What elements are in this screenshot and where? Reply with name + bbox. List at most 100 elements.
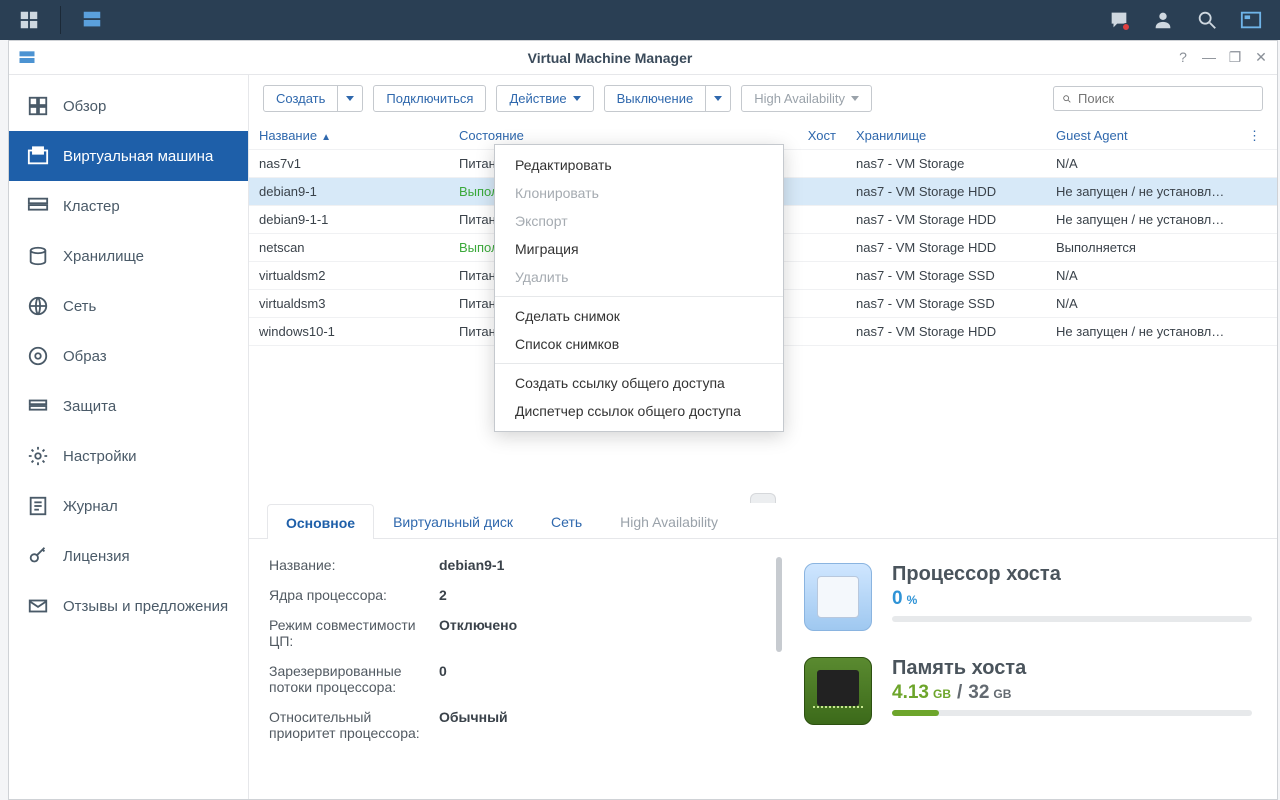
tab-network[interactable]: Сеть: [532, 503, 601, 538]
vmm-taskbar-icon[interactable]: [79, 7, 105, 33]
network-icon: [27, 295, 49, 317]
sidebar-item-image[interactable]: Образ: [9, 331, 248, 381]
create-button[interactable]: Создать: [263, 85, 338, 112]
col-agent[interactable]: Guest Agent: [1046, 128, 1238, 143]
prop-key: Зарезервированные потоки процессора:: [269, 663, 439, 695]
shutdown-button[interactable]: Выключение: [604, 85, 707, 112]
memory-used-unit: GB: [933, 687, 951, 701]
search-icon: [1062, 92, 1072, 106]
tab-ha[interactable]: High Availability: [601, 503, 737, 538]
cell-agent: N/A: [1046, 156, 1238, 171]
menu-item[interactable]: Миграция: [495, 235, 783, 263]
cell-storage: nas7 - VM Storage SSD: [846, 268, 1046, 283]
cell-name: virtualdsm3: [249, 296, 449, 311]
menu-item[interactable]: Создать ссылку общего доступа: [495, 369, 783, 397]
cell-storage: nas7 - VM Storage HDD: [846, 324, 1046, 339]
detail-scrollbar[interactable]: [774, 557, 784, 791]
sidebar-item-storage[interactable]: Хранилище: [9, 231, 248, 281]
menu-item[interactable]: Сделать снимок: [495, 302, 783, 330]
col-storage[interactable]: Хранилище: [846, 128, 1046, 143]
log-icon: [27, 495, 49, 517]
prop-value: 2: [439, 587, 754, 603]
cell-name: netscan: [249, 240, 449, 255]
main-menu-icon[interactable]: [16, 7, 42, 33]
minimize-button[interactable]: —: [1201, 49, 1217, 66]
cpu-unit: %: [907, 593, 918, 607]
user-icon[interactable]: [1150, 7, 1176, 33]
sidebar: Обзор Виртуальная машина Кластер Хранили…: [9, 75, 249, 799]
sidebar-item-label: Защита: [63, 398, 116, 415]
sidebar-item-network[interactable]: Сеть: [9, 281, 248, 331]
tab-vdisk[interactable]: Виртуальный диск: [374, 503, 532, 538]
prop-value: 0: [439, 663, 754, 695]
search-icon[interactable]: [1194, 7, 1220, 33]
menu-item[interactable]: Список снимков: [495, 330, 783, 358]
divider: [60, 6, 61, 34]
col-name[interactable]: Название▲: [249, 128, 449, 143]
col-state[interactable]: Состояние: [449, 128, 639, 143]
col-host[interactable]: Хост: [639, 128, 846, 143]
memory-stat: Память хоста 4.13GB / 32GB: [804, 657, 1257, 725]
mail-icon: [27, 595, 49, 617]
sidebar-item-label: Настройки: [63, 448, 137, 465]
help-button[interactable]: ?: [1175, 49, 1191, 66]
sidebar-item-log[interactable]: Журнал: [9, 481, 248, 531]
menu-item[interactable]: Диспетчер ссылок общего доступа: [495, 397, 783, 425]
prop-key: Название:: [269, 557, 439, 573]
sidebar-item-protection[interactable]: Защита: [9, 381, 248, 431]
protection-icon: [27, 395, 49, 417]
detail-tabs: Основное Виртуальный диск Сеть High Avai…: [249, 503, 1277, 539]
ha-button[interactable]: High Availability: [741, 85, 872, 112]
prop-key: Относительный приоритет процессора:: [269, 709, 439, 741]
create-dropdown-caret[interactable]: [338, 85, 363, 112]
cell-storage: nas7 - VM Storage: [846, 156, 1046, 171]
cell-agent: Не запущен / не установл…: [1046, 184, 1238, 199]
menu-item: Клонировать: [495, 179, 783, 207]
tab-main[interactable]: Основное: [267, 504, 374, 539]
image-icon: [27, 345, 49, 367]
cell-storage: nas7 - VM Storage HDD: [846, 184, 1046, 199]
resize-handle[interactable]: [750, 493, 776, 503]
cell-name: nas7v1: [249, 156, 449, 171]
memory-title: Память хоста: [892, 657, 1257, 680]
maximize-button[interactable]: ❐: [1227, 49, 1243, 66]
cell-name: windows10-1: [249, 324, 449, 339]
overview-icon: [27, 95, 49, 117]
shutdown-button-group: Выключение: [604, 85, 732, 112]
search-box[interactable]: [1053, 86, 1263, 111]
memory-sep: /: [957, 682, 962, 704]
prop-value: Обычный: [439, 709, 754, 741]
sidebar-item-license[interactable]: Лицензия: [9, 531, 248, 581]
cpu-stat: Процессор хоста 0%: [804, 563, 1257, 631]
prop-value: Отключено: [439, 617, 754, 649]
cpu-title: Процессор хоста: [892, 563, 1257, 586]
cell-name: debian9-1: [249, 184, 449, 199]
prop-key: Ядра процессора:: [269, 587, 439, 603]
notifications-icon[interactable]: [1106, 7, 1132, 33]
action-button[interactable]: Действие: [496, 85, 593, 112]
sidebar-item-overview[interactable]: Обзор: [9, 81, 248, 131]
close-button[interactable]: ✕: [1253, 49, 1269, 66]
window-titlebar: Virtual Machine Manager ? — ❐ ✕: [9, 41, 1277, 75]
sidebar-item-feedback[interactable]: Отзывы и предложения: [9, 581, 248, 631]
col-more-icon[interactable]: ⋮: [1238, 128, 1258, 144]
cell-agent: Выполняется: [1046, 240, 1238, 255]
cell-agent: N/A: [1046, 296, 1238, 311]
toolbar: Создать Подключиться Действие Выключение…: [249, 75, 1277, 122]
detail-panel: Название:debian9-1 Ядра процессора:2 Реж…: [249, 539, 1277, 799]
sidebar-item-label: Журнал: [63, 498, 118, 515]
action-dropdown-menu: РедактироватьКлонироватьЭкспортМиграцияУ…: [494, 144, 784, 432]
prop-value: debian9-1: [439, 557, 754, 573]
search-input[interactable]: [1078, 91, 1254, 106]
widgets-icon[interactable]: [1238, 7, 1264, 33]
sidebar-item-cluster[interactable]: Кластер: [9, 181, 248, 231]
sidebar-item-vm[interactable]: Виртуальная машина: [9, 131, 248, 181]
sidebar-item-settings[interactable]: Настройки: [9, 431, 248, 481]
host-stats: Процессор хоста 0% Память хоста 4.13GB /: [804, 557, 1257, 791]
menu-item[interactable]: Редактировать: [495, 151, 783, 179]
shutdown-dropdown-caret[interactable]: [706, 85, 731, 112]
os-taskbar: [0, 0, 1280, 40]
window-title: Virtual Machine Manager: [45, 50, 1175, 66]
connect-button[interactable]: Подключиться: [373, 85, 486, 112]
cell-agent: Не запущен / не установл…: [1046, 212, 1238, 227]
